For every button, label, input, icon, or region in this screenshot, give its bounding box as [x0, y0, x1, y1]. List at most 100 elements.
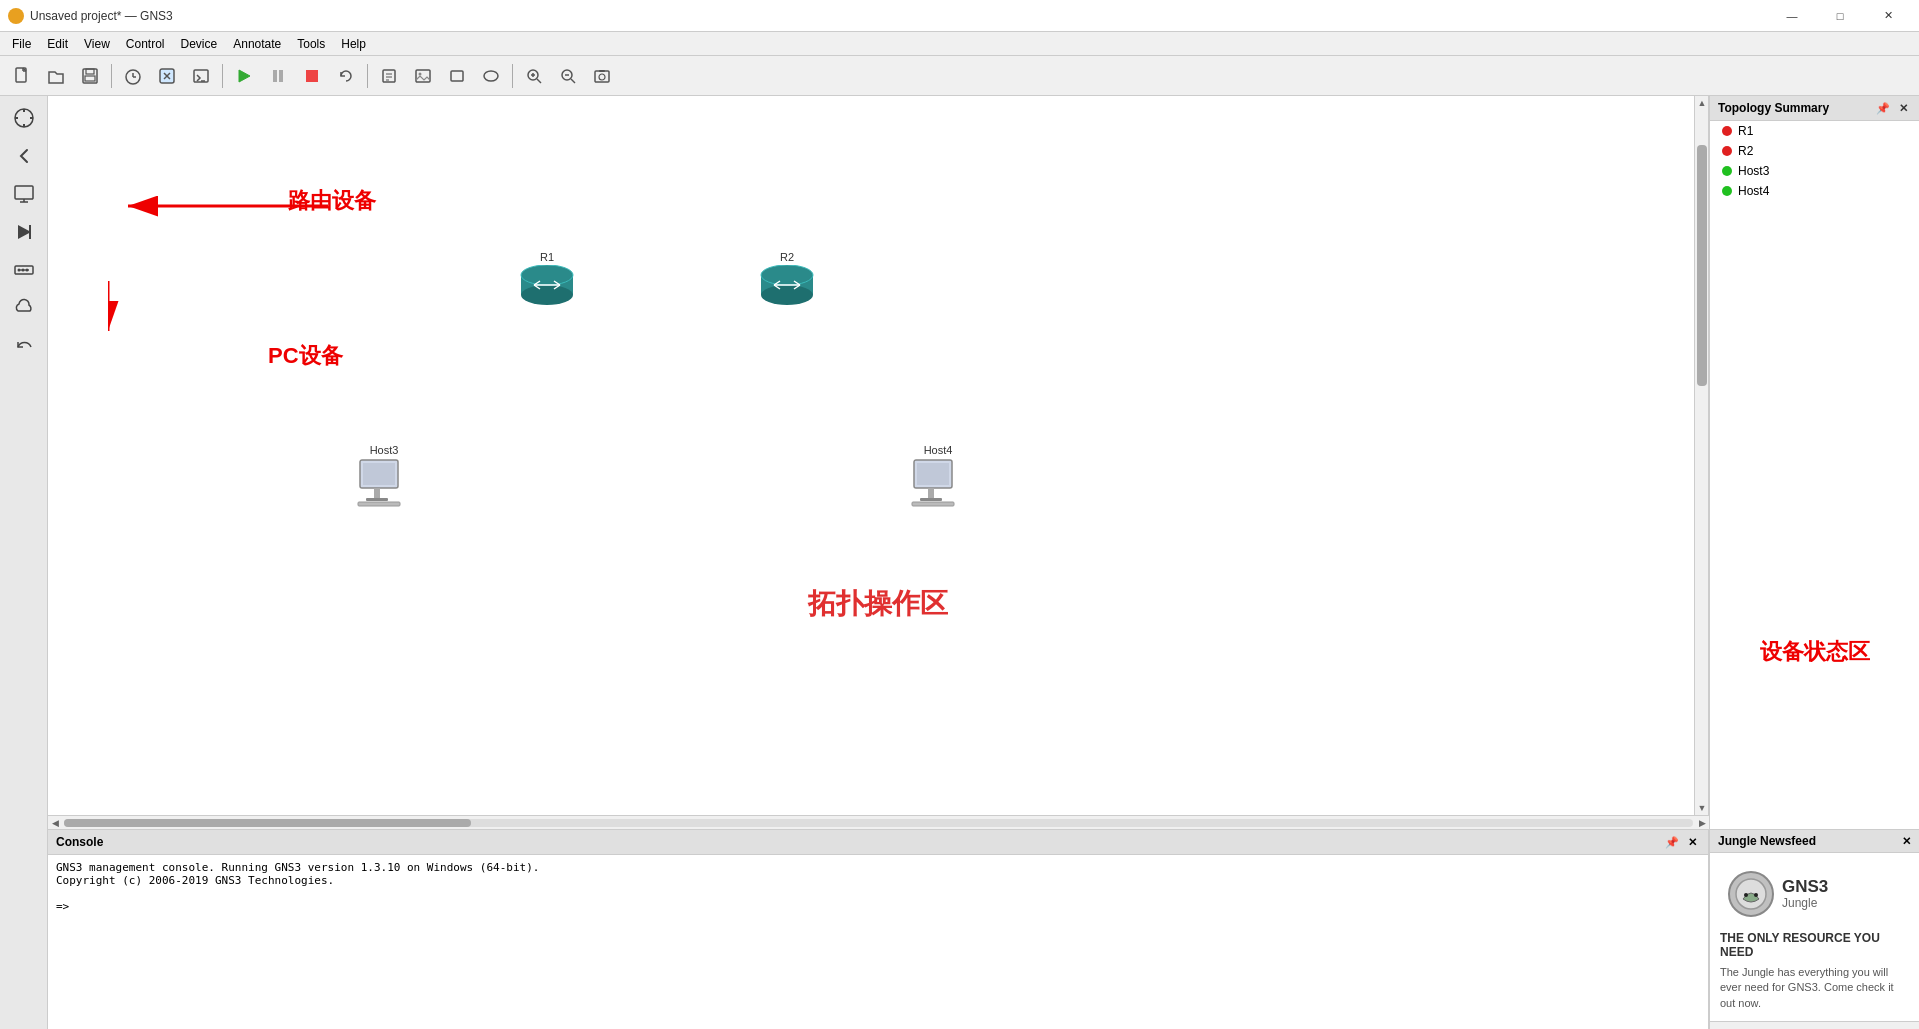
hscroll-track[interactable]: [64, 819, 1693, 827]
close-button[interactable]: ✕: [1865, 0, 1911, 32]
svg-point-48: [17, 269, 20, 272]
summary-device-name-host4: Host4: [1738, 184, 1769, 198]
svg-rect-35: [599, 70, 605, 72]
menu-item-annotate[interactable]: Annotate: [225, 35, 289, 53]
screenshot-button[interactable]: [586, 60, 618, 92]
pan-tool-button[interactable]: [6, 100, 42, 136]
menu-item-tools[interactable]: Tools: [289, 35, 333, 53]
scroll-right-arrow[interactable]: ▶: [1695, 816, 1709, 830]
right-panel: Topology Summary 📌 ✕ R1R2Host3Host4 设备状态…: [1709, 96, 1919, 829]
jungle-close-button[interactable]: ✕: [1902, 835, 1911, 848]
save-button[interactable]: [74, 60, 106, 92]
svg-point-76: [1744, 893, 1748, 897]
console-panel: Console 📌 ✕ GNS3 management console. Run…: [48, 830, 1709, 1029]
back-button[interactable]: [6, 138, 42, 174]
timer-button[interactable]: [117, 60, 149, 92]
svg-rect-66: [363, 463, 395, 485]
svg-point-50: [25, 269, 28, 272]
console-body[interactable]: GNS3 management console. Running GNS3 ve…: [48, 855, 1708, 1029]
menu-item-edit[interactable]: Edit: [39, 35, 76, 53]
svg-marker-14: [239, 70, 250, 82]
terminal-button[interactable]: [185, 60, 217, 92]
window-title: Unsaved project* — GNS3: [30, 9, 1769, 23]
svg-rect-45: [29, 225, 31, 239]
device-r1[interactable]: R1: [518, 251, 576, 307]
device-host4[interactable]: Host4: [910, 444, 966, 508]
device-host3[interactable]: Host3: [356, 444, 412, 508]
console-pin-button[interactable]: 📌: [1664, 834, 1680, 850]
router-annotation-arrow: [108, 176, 328, 239]
zoom-in-button[interactable]: [518, 60, 550, 92]
svg-line-27: [537, 79, 541, 83]
summary-pin-button[interactable]: 📌: [1875, 100, 1891, 116]
svg-rect-16: [279, 70, 283, 82]
cloud-button[interactable]: [6, 290, 42, 326]
console-header-buttons: 📌 ✕: [1664, 834, 1700, 850]
scroll-up-arrow[interactable]: ▲: [1695, 96, 1709, 110]
goto-jungle-button[interactable]: Go to the Jungle: [1710, 1021, 1919, 1029]
console-close-button[interactable]: ✕: [1684, 834, 1700, 850]
pause-button[interactable]: [262, 60, 294, 92]
monitor-button[interactable]: [6, 176, 42, 212]
r2-label: R2: [780, 251, 794, 263]
bottom-section: Console 📌 ✕ GNS3 management console. Run…: [48, 829, 1919, 1029]
svg-rect-74: [912, 502, 954, 506]
summary-item-r2[interactable]: R2: [1710, 141, 1919, 161]
summary-item-r1[interactable]: R1: [1710, 121, 1919, 141]
svg-rect-24: [451, 71, 463, 81]
stop-button[interactable]: [296, 60, 328, 92]
add-note-button[interactable]: [373, 60, 405, 92]
hscroll-thumb[interactable]: [64, 819, 471, 827]
draw-rect-button[interactable]: [441, 60, 473, 92]
topology-summary-header: Topology Summary 📌 ✕: [1710, 96, 1919, 121]
host3-label: Host3: [370, 444, 399, 456]
jungle-body: GNS3 Jungle THE ONLY RESOURCE YOU NEED T…: [1710, 853, 1919, 1021]
vertical-scrollbar[interactable]: ▲ ▼: [1694, 96, 1708, 815]
separator4: [512, 64, 513, 88]
jungle-logo-jungle: Jungle: [1782, 896, 1828, 910]
summary-item-host4[interactable]: Host4: [1710, 181, 1919, 201]
status-dot-r1: [1722, 126, 1732, 136]
menu-item-device[interactable]: Device: [173, 35, 226, 53]
draw-ellipse-button[interactable]: [475, 60, 507, 92]
host4-label: Host4: [924, 444, 953, 456]
pc-label: PC设备: [268, 341, 343, 371]
summary-close-button[interactable]: ✕: [1895, 100, 1911, 116]
scroll-down-arrow[interactable]: ▼: [1695, 801, 1709, 815]
minimize-button[interactable]: —: [1769, 0, 1815, 32]
cursor-select-button[interactable]: [151, 60, 183, 92]
horizontal-scrollbar[interactable]: ◀ ▶: [48, 815, 1709, 829]
open-button[interactable]: [40, 60, 72, 92]
menu-item-view[interactable]: View: [76, 35, 118, 53]
zoom-out-button[interactable]: [552, 60, 584, 92]
svg-point-49: [21, 269, 24, 272]
forward-button[interactable]: [6, 214, 42, 250]
svg-rect-22: [416, 70, 430, 82]
menu-item-help[interactable]: Help: [333, 35, 374, 53]
svg-rect-67: [374, 488, 380, 498]
svg-rect-41: [15, 186, 33, 199]
jungle-description: The Jungle has everything you will ever …: [1720, 965, 1909, 1011]
jungle-newsfeed-title: Jungle Newsfeed: [1718, 834, 1816, 848]
menu-item-control[interactable]: Control: [118, 35, 173, 53]
svg-point-34: [599, 74, 605, 80]
undo-button[interactable]: [6, 328, 42, 364]
summary-item-host3[interactable]: Host3: [1710, 161, 1919, 181]
device-r2[interactable]: R2: [758, 251, 816, 307]
switch-button[interactable]: [6, 252, 42, 288]
svg-point-77: [1754, 893, 1758, 897]
svg-line-31: [571, 79, 575, 83]
topology-canvas[interactable]: 路由设备 PC设备: [48, 96, 1709, 815]
status-dot-r2: [1722, 146, 1732, 156]
jungle-logo-gns3: GNS3: [1782, 878, 1828, 897]
new-button[interactable]: [6, 60, 38, 92]
svg-rect-69: [358, 502, 400, 506]
menu-item-file[interactable]: File: [4, 35, 39, 53]
maximize-button[interactable]: □: [1817, 0, 1863, 32]
insert-image-button[interactable]: [407, 60, 439, 92]
scroll-left-arrow[interactable]: ◀: [48, 816, 62, 830]
vscroll-thumb[interactable]: [1697, 145, 1707, 387]
svg-rect-5: [85, 76, 95, 81]
play-button[interactable]: [228, 60, 260, 92]
reload-button[interactable]: [330, 60, 362, 92]
